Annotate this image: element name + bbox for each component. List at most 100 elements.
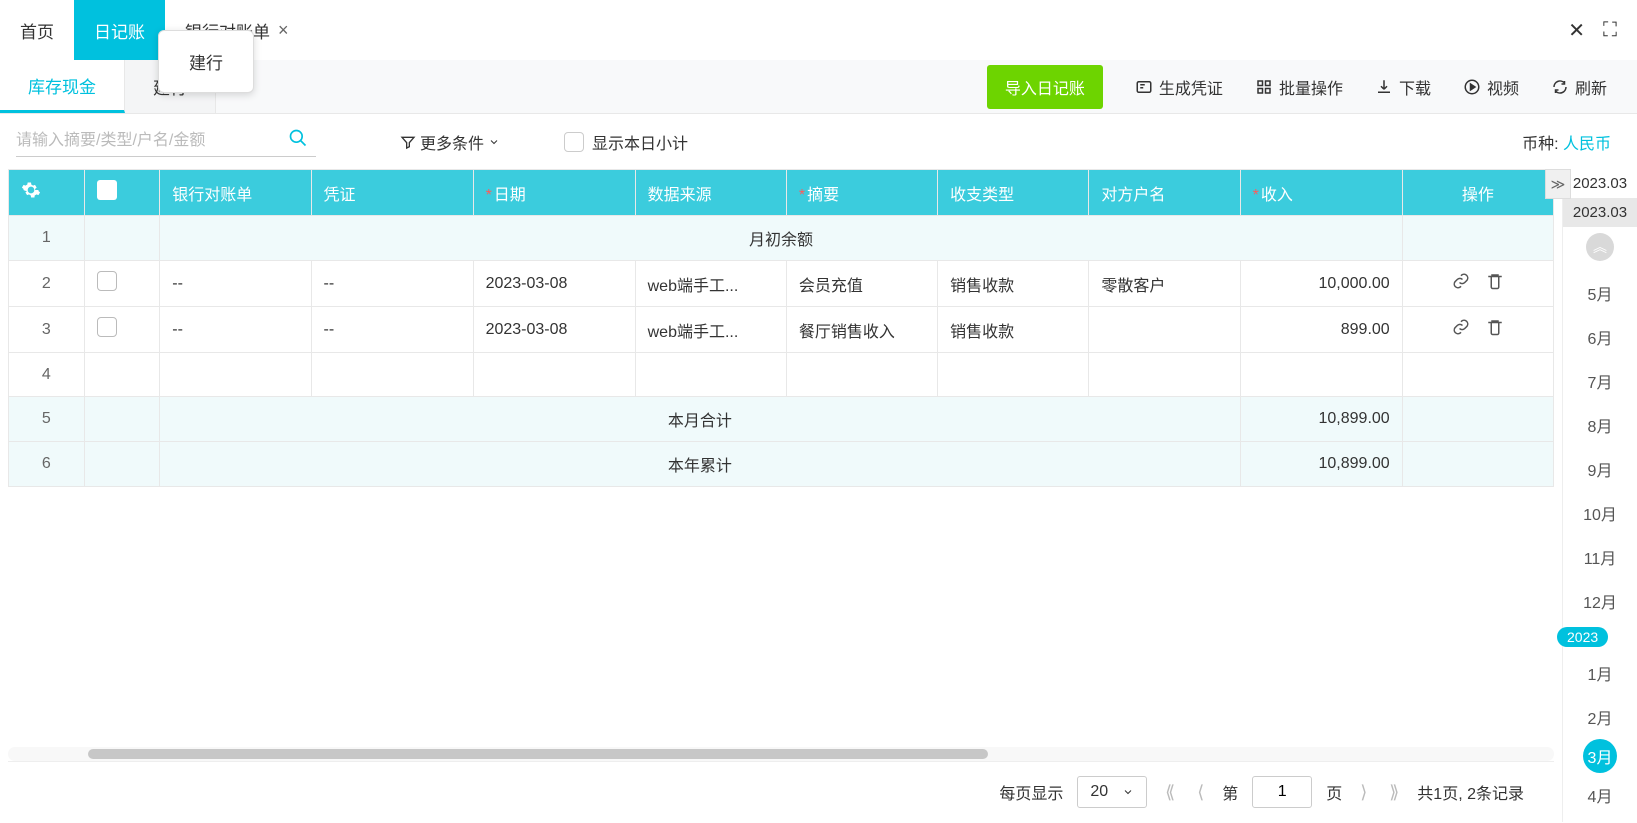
page-label-suffix: 页	[1326, 780, 1342, 804]
table-row[interactable]: 4	[9, 353, 1554, 397]
play-icon	[1463, 78, 1481, 96]
filter-row: 更多条件 显示本日小计 币种: 人民币	[0, 114, 1637, 169]
month-item[interactable]: 11月	[1584, 535, 1617, 579]
scrollbar-thumb[interactable]	[88, 749, 988, 759]
download-button[interactable]: 下载	[1375, 75, 1431, 99]
month-item[interactable]: 5月	[1588, 271, 1613, 315]
col-operations: 操作	[1402, 170, 1553, 216]
col-party: 对方户名	[1089, 170, 1240, 216]
download-label: 下载	[1399, 75, 1431, 99]
month-item[interactable]: 9月	[1588, 447, 1613, 491]
opening-balance-label: 月初余额	[160, 216, 1402, 261]
batch-ops-label: 批量操作	[1279, 75, 1343, 99]
close-icon[interactable]: ×	[278, 20, 289, 41]
period-to[interactable]: 2023.03	[1563, 198, 1637, 227]
cell-type: 销售收款	[938, 307, 1089, 353]
col-summary: *摘要	[786, 170, 937, 216]
top-tab-bar: 首页 日记账 银行对账单 × 建行 ✕ ⛶	[0, 0, 1637, 60]
last-page-icon[interactable]: ⟫	[1385, 782, 1403, 803]
cell-date: 2023-03-08	[473, 261, 635, 307]
daily-subtotal-label: 显示本日小计	[592, 130, 688, 154]
month-item[interactable]: 1月	[1588, 651, 1613, 695]
cell-voucher: --	[311, 261, 473, 307]
prev-page-icon[interactable]: ⟨	[1193, 782, 1208, 803]
month-item[interactable]: 7月	[1588, 359, 1613, 403]
select-all-header[interactable]	[84, 170, 160, 216]
month-item-current[interactable]: 3月	[1583, 739, 1617, 773]
horizontal-scrollbar[interactable]	[8, 747, 1554, 761]
table-container: 银行对账单 凭证 *日期 数据来源 *摘要 收支类型 对方户名 *收入 操作 1…	[0, 169, 1562, 822]
delete-icon[interactable]	[1486, 318, 1504, 336]
month-item[interactable]: 4月	[1588, 773, 1613, 817]
subtab-cash[interactable]: 库存现金	[0, 60, 125, 113]
year-total-label: 本年累计	[160, 442, 1240, 487]
table-header-row: 银行对账单 凭证 *日期 数据来源 *摘要 收支类型 对方户名 *收入 操作	[9, 170, 1554, 216]
row-op-cell	[1402, 216, 1553, 261]
tab-home[interactable]: 首页	[0, 0, 74, 60]
page-total-label: 共1页, 2条记录	[1417, 780, 1524, 804]
next-page-icon[interactable]: ⟩	[1356, 782, 1371, 803]
cell-bank: --	[160, 307, 311, 353]
col-bank-statement: 银行对账单	[160, 170, 311, 216]
batch-ops-button[interactable]: 批量操作	[1255, 75, 1343, 99]
daily-subtotal-checkbox[interactable]: 显示本日小计	[564, 130, 688, 154]
per-page-value: 20	[1090, 783, 1108, 801]
import-journal-button[interactable]: 导入日记账	[987, 65, 1103, 109]
top-right-controls: ✕ ⛶	[1568, 18, 1637, 43]
per-page-select[interactable]: 20	[1077, 776, 1147, 808]
year-badge: 2023	[1557, 627, 1608, 647]
scroll-up-icon[interactable]: ︽	[1586, 233, 1614, 261]
tab-journal[interactable]: 日记账	[74, 0, 165, 60]
main-area: 银行对账单 凭证 *日期 数据来源 *摘要 收支类型 对方户名 *收入 操作 1…	[0, 169, 1637, 822]
row-number: 4	[9, 353, 85, 397]
cell-party	[1089, 307, 1240, 353]
tab-tooltip: 建行	[158, 30, 254, 93]
month-item[interactable]: 2月	[1588, 695, 1613, 739]
link-icon[interactable]	[1452, 272, 1470, 290]
first-page-icon[interactable]: ⟪	[1161, 782, 1179, 803]
table-row[interactable]: 2 -- -- 2023-03-08 web端手工... 会员充值 销售收款 零…	[9, 261, 1554, 307]
delete-icon[interactable]	[1486, 272, 1504, 290]
link-icon[interactable]	[1452, 318, 1470, 336]
search-icon[interactable]	[280, 128, 316, 154]
generate-voucher-button[interactable]: 生成凭证	[1135, 75, 1223, 99]
pagination: 每页显示 20 ⟪ ⟨ 第 页 ⟩ ⟫ 共1页, 2条记录	[8, 761, 1554, 822]
batch-icon	[1255, 78, 1273, 96]
rail-collapse-icon[interactable]: ≫	[1545, 169, 1571, 199]
settings-column-header[interactable]	[9, 170, 85, 216]
fullscreen-icon[interactable]: ⛶	[1603, 19, 1617, 42]
col-date: *日期	[473, 170, 635, 216]
more-conditions-label: 更多条件	[420, 130, 484, 154]
cell-income: 899.00	[1240, 307, 1402, 353]
refresh-button[interactable]: 刷新	[1551, 75, 1607, 99]
cell-summary: 餐厅销售收入	[786, 307, 937, 353]
cell-summary: 会员充值	[786, 261, 937, 307]
search-wrap	[16, 126, 316, 157]
table-row: 1 月初余额	[9, 216, 1554, 261]
period-from[interactable]: 2023.03	[1563, 169, 1637, 198]
page-number-input[interactable]	[1252, 776, 1312, 808]
video-button[interactable]: 视频	[1463, 75, 1519, 99]
cell-voucher: --	[311, 307, 473, 353]
month-item[interactable]: 6月	[1588, 315, 1613, 359]
voucher-icon	[1135, 78, 1153, 96]
month-item[interactable]: 8月	[1588, 403, 1613, 447]
search-input[interactable]	[16, 126, 280, 156]
row-checkbox[interactable]	[84, 307, 160, 353]
cell-party: 零散客户	[1089, 261, 1240, 307]
row-checkbox-cell	[84, 216, 160, 261]
cell-type: 销售收款	[938, 261, 1089, 307]
currency-value[interactable]: 人民币	[1563, 136, 1611, 153]
month-item[interactable]: 12月	[1583, 579, 1617, 623]
row-number: 3	[9, 307, 85, 353]
window-close-icon[interactable]: ✕	[1568, 18, 1585, 43]
table-row[interactable]: 3 -- -- 2023-03-08 web端手工... 餐厅销售收入 销售收款…	[9, 307, 1554, 353]
row-checkbox[interactable]	[84, 261, 160, 307]
month-item[interactable]: 10月	[1583, 491, 1617, 535]
row-checkbox-cell	[84, 353, 160, 397]
more-conditions-button[interactable]: 更多条件	[400, 130, 500, 154]
download-icon	[1375, 78, 1393, 96]
currency-display: 币种: 人民币	[1522, 130, 1621, 154]
cell-date: 2023-03-08	[473, 307, 635, 353]
filter-icon	[400, 134, 416, 150]
